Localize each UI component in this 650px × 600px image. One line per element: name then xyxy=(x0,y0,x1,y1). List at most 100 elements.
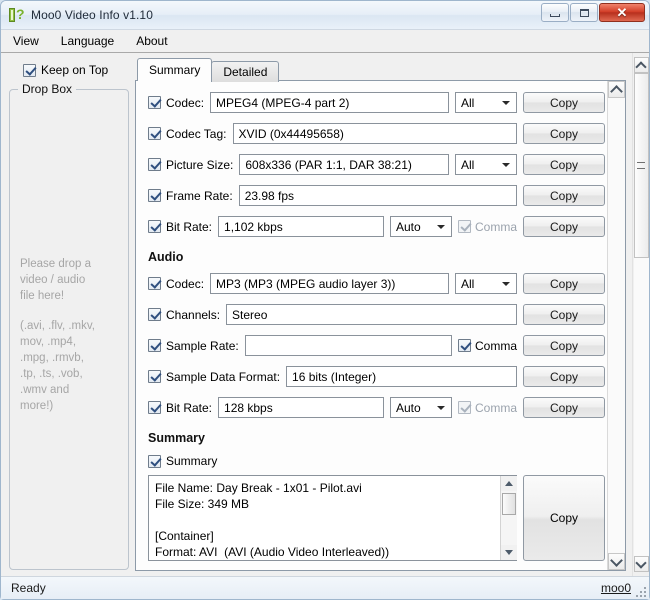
audio-bit-rate-comma-checkbox xyxy=(457,401,471,414)
panel-scroll-down-button[interactable] xyxy=(608,553,625,570)
audio-codec-field[interactable]: MP3 (MP3 (MPEG audio layer 3)) xyxy=(210,273,449,294)
resize-grip-icon[interactable] xyxy=(634,585,646,597)
status-text: Ready xyxy=(11,581,46,595)
video-codec-field[interactable]: MPEG4 (MPEG-4 part 2) xyxy=(210,92,449,113)
window-controls: ✕ xyxy=(541,3,645,22)
audio-sample-rate-comma-group[interactable]: Comma xyxy=(457,339,517,353)
audio-sample-rate-copy-button[interactable]: Copy xyxy=(523,335,605,356)
summary-textarea[interactable]: File Name: Day Break - 1x01 - Pilot.avi … xyxy=(148,475,517,561)
audio-sample-rate-comma-checkbox[interactable] xyxy=(457,339,471,352)
drop-box-spacer xyxy=(20,304,118,318)
panel-scroll-up-button[interactable] xyxy=(608,81,625,98)
maximize-button[interactable] xyxy=(570,3,598,22)
drop-box-title: Drop Box xyxy=(18,82,77,96)
audio-bit-rate-combo-value: Auto xyxy=(395,400,421,415)
summary-scrollbar[interactable] xyxy=(500,476,517,560)
menu-item-view[interactable]: View xyxy=(11,33,41,49)
summary-scroll-down-button[interactable] xyxy=(500,545,517,560)
video-codec-tag-field[interactable]: XVID (0x44495658) xyxy=(232,123,517,144)
status-bar: Ready moo0 xyxy=(1,576,649,599)
menu-item-language[interactable]: Language xyxy=(59,33,116,49)
drop-box-line-2: video / audio xyxy=(20,273,86,286)
window-title: Moo0 Video Info v1.10 xyxy=(31,8,153,22)
window-scroll-up-button[interactable] xyxy=(633,57,649,73)
audio-channels-copy-button[interactable]: Copy xyxy=(523,304,605,325)
scroll-thumb-grip-icon xyxy=(637,162,645,169)
scroll-up-icon xyxy=(504,481,513,486)
row-video-bit-rate: Bit Rate: 1,102 kbps Auto Comma Copy xyxy=(140,211,605,242)
video-picture-size-field[interactable]: 608x336 (PAR 1:1, DAR 38:21) xyxy=(239,154,449,175)
audio-sample-data-format-copy-button[interactable]: Copy xyxy=(523,366,605,387)
audio-codec-checkbox[interactable] xyxy=(148,277,161,290)
audio-sample-rate-field[interactable] xyxy=(244,335,452,356)
audio-bit-rate-label: Bit Rate: xyxy=(166,400,213,415)
audio-channels-field[interactable]: Stereo xyxy=(226,304,517,325)
summary-scroll-up-button[interactable] xyxy=(500,476,517,491)
video-frame-rate-label-group: Frame Rate: xyxy=(148,189,233,203)
keep-on-top-label: Keep on Top xyxy=(41,63,109,77)
summary-copy-button[interactable]: Copy xyxy=(523,475,605,561)
video-codec-copy-button[interactable]: Copy xyxy=(523,92,605,113)
video-picture-size-label: Picture Size: xyxy=(166,157,234,172)
video-codec-tag-copy-button[interactable]: Copy xyxy=(523,123,605,144)
summary-scroll-thumb[interactable] xyxy=(501,493,516,515)
summary-scroll-track[interactable] xyxy=(500,491,517,545)
audio-sample-data-format-checkbox[interactable] xyxy=(148,370,161,383)
panel-scrollbar[interactable] xyxy=(607,81,625,570)
video-codec-tag-checkbox[interactable] xyxy=(148,127,161,140)
drop-box[interactable]: Drop Box Please drop a video / audio fil… xyxy=(9,82,129,570)
video-bit-rate-comma-group[interactable]: Comma xyxy=(457,219,517,234)
window-scroll-thumb[interactable] xyxy=(633,73,649,258)
drop-box-line-7: .tp, .ts, .vob, xyxy=(20,367,83,380)
audio-sample-data-format-field[interactable]: 16 bits (Integer) xyxy=(286,366,517,387)
close-button[interactable]: ✕ xyxy=(599,3,645,22)
audio-bit-rate-comma-group[interactable]: Comma xyxy=(457,401,517,415)
video-codec-checkbox[interactable] xyxy=(148,96,161,109)
video-frame-rate-field[interactable]: 23.98 fps xyxy=(238,185,517,206)
audio-sample-rate-label-group: Sample Rate: xyxy=(148,339,239,353)
video-bit-rate-combo-value: Auto xyxy=(395,219,421,234)
drop-box-line-6: .mpg, .rmvb, xyxy=(20,351,84,364)
summary-checkbox-group[interactable]: Summary xyxy=(148,454,217,468)
chevron-down-icon xyxy=(436,225,445,229)
window-scroll-track[interactable] xyxy=(633,73,649,556)
keep-on-top-row[interactable]: Keep on Top xyxy=(23,63,129,77)
row-audio-sample-rate: Sample Rate: Comma Copy xyxy=(140,330,605,361)
audio-bit-rate-copy-button[interactable]: Copy xyxy=(523,397,605,418)
video-bit-rate-checkbox[interactable] xyxy=(148,220,161,233)
audio-codec-combo[interactable]: All xyxy=(455,273,517,294)
keep-on-top-checkbox[interactable] xyxy=(23,63,36,77)
audio-codec-copy-button[interactable]: Copy xyxy=(523,273,605,294)
audio-bit-rate-combo[interactable]: Auto xyxy=(389,397,452,418)
video-codec-combo[interactable]: All xyxy=(455,92,517,113)
row-video-frame-rate: Frame Rate: 23.98 fps Copy xyxy=(140,180,605,211)
moo0-link[interactable]: moo0 xyxy=(601,581,631,595)
audio-section-heading: Audio xyxy=(148,250,184,264)
audio-bit-rate-field[interactable]: 128 kbps xyxy=(218,397,384,418)
chevron-down-icon xyxy=(635,556,647,569)
minimize-button[interactable] xyxy=(541,3,569,22)
video-frame-rate-checkbox[interactable] xyxy=(148,189,161,202)
video-picture-size-checkbox[interactable] xyxy=(148,158,161,171)
video-bit-rate-combo[interactable]: Auto xyxy=(389,216,452,237)
window-scrollbar[interactable] xyxy=(632,53,649,576)
video-bit-rate-copy-button[interactable]: Copy xyxy=(523,216,605,237)
panel-scroll-track[interactable] xyxy=(608,98,625,553)
audio-sample-rate-checkbox[interactable] xyxy=(148,339,161,352)
tab-summary[interactable]: Summary xyxy=(137,58,213,81)
menu-item-about[interactable]: About xyxy=(134,33,169,49)
video-bit-rate-comma-label: Comma xyxy=(474,219,517,234)
audio-channels-checkbox[interactable] xyxy=(148,308,161,321)
summary-checkbox[interactable] xyxy=(148,454,161,468)
audio-sample-data-format-label-group: Sample Data Format: xyxy=(148,370,280,384)
title-bar: ? Moo0 Video Info v1.10 ✕ xyxy=(1,1,649,29)
video-picture-size-copy-button[interactable]: Copy xyxy=(523,154,605,175)
tab-detailed[interactable]: Detailed xyxy=(211,61,280,82)
video-picture-size-combo[interactable]: All xyxy=(455,154,517,175)
audio-channels-label-group: Channels: xyxy=(148,308,220,322)
video-frame-rate-copy-button[interactable]: Copy xyxy=(523,185,605,206)
window-scroll-down-button[interactable] xyxy=(633,556,649,572)
video-bit-rate-field[interactable]: 1,102 kbps xyxy=(218,216,384,237)
audio-bit-rate-checkbox[interactable] xyxy=(148,401,161,414)
drop-box-line-1: Please drop a xyxy=(20,257,91,270)
